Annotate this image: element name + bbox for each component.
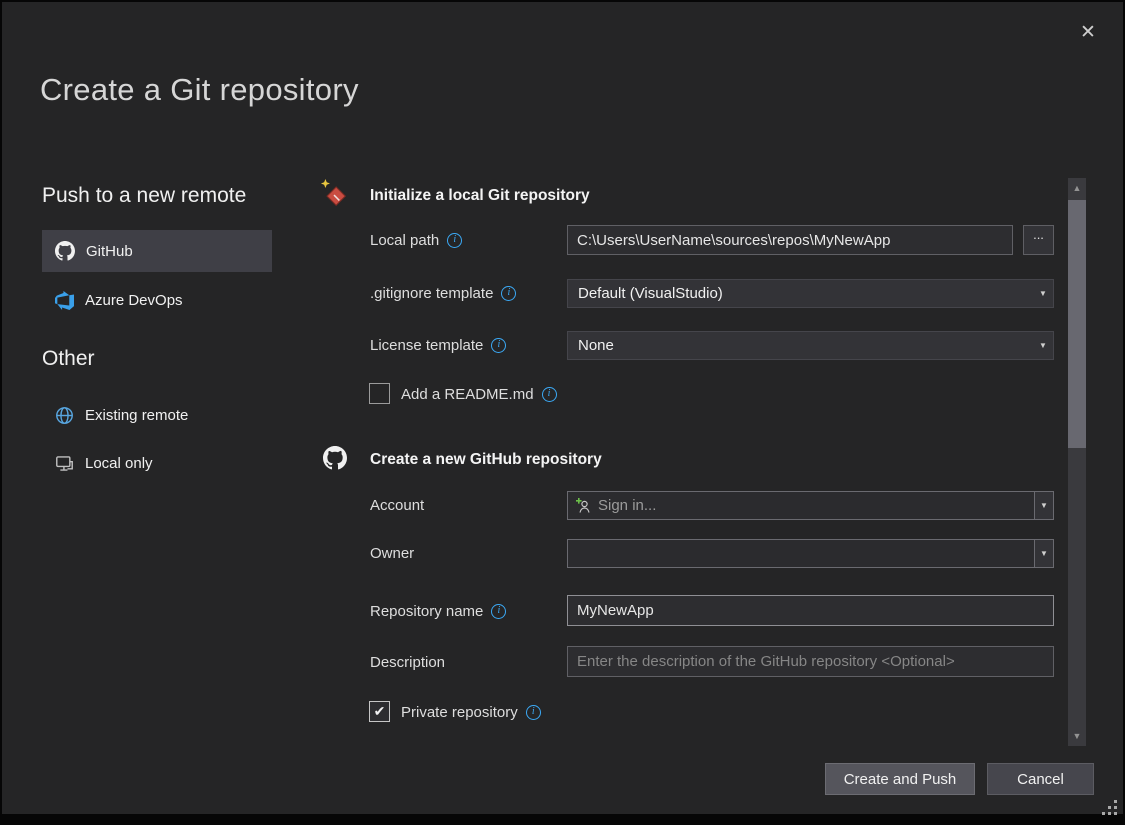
local-path-input[interactable] [567,225,1013,255]
scroll-down-icon[interactable]: ▼ [1068,728,1086,744]
repository-name-label-row: Repository name i [370,603,506,620]
cancel-button[interactable]: Cancel [987,763,1094,795]
chevron-down-icon: ▼ [1033,289,1053,298]
info-icon[interactable]: i [501,286,516,301]
sidebar-item-existing-remote[interactable]: Existing remote [42,394,272,436]
license-label-row: License template i [370,337,506,354]
new-repository-icon [319,179,349,209]
gitignore-template-value: Default (VisualStudio) [568,285,1033,302]
github-icon [323,446,347,470]
account-value: Sign in... [598,497,656,514]
resize-grip[interactable] [1100,798,1120,818]
info-icon[interactable]: i [526,705,541,720]
local-path-label: Local path [370,232,439,249]
chevron-down-icon: ▼ [1040,501,1048,510]
repository-name-input[interactable] [567,595,1054,626]
sign-in-person-icon [575,498,591,514]
scrollbar-thumb[interactable] [1068,200,1086,448]
account-label-row: Account [370,497,424,514]
vertical-scrollbar[interactable]: ▲ ▼ [1068,178,1086,746]
chevron-down-icon: ▼ [1040,549,1048,558]
github-icon [55,241,75,261]
sidebar-item-label: GitHub [86,243,133,260]
scroll-up-icon[interactable]: ▲ [1068,180,1086,196]
chevron-down-icon: ▼ [1033,341,1053,350]
info-icon[interactable]: i [542,387,557,402]
readme-checkbox-label: Add a README.md [401,386,534,403]
info-icon[interactable]: i [491,604,506,619]
sidebar-item-azure-devops[interactable]: Azure DevOps [42,279,272,321]
owner-dropdown[interactable]: ▼ [567,539,1054,568]
globe-icon [55,406,74,425]
private-repository-label-row: Private repository i [401,704,541,721]
description-input[interactable] [567,646,1054,677]
dropdown-arrow-button[interactable]: ▼ [1034,540,1053,567]
readme-checkbox[interactable] [369,383,390,404]
info-icon[interactable]: i [447,233,462,248]
close-button[interactable]: ✕ [1072,16,1104,48]
license-template-value: None [568,337,1033,354]
section-heading-create-github-repo: Create a new GitHub repository [370,451,602,469]
owner-label: Owner [370,545,414,562]
sidebar-item-local-only[interactable]: Local only [42,442,272,484]
private-repository-checkbox[interactable]: ✔ [369,701,390,722]
readme-label-row: Add a README.md i [401,386,557,403]
azure-devops-icon [55,291,74,310]
create-and-push-button[interactable]: Create and Push [825,763,975,795]
sidebar-item-label: Existing remote [85,407,188,424]
dropdown-arrow-button[interactable]: ▼ [1034,492,1053,519]
license-template-dropdown[interactable]: None ▼ [567,331,1054,360]
close-icon: ✕ [1080,21,1096,44]
private-repository-label: Private repository [401,704,518,721]
sidebar-item-label: Local only [85,455,153,472]
repository-name-label: Repository name [370,603,483,620]
dialog-title: Create a Git repository [40,72,359,108]
local-path-label-row: Local path i [370,232,462,249]
description-label: Description [370,654,445,671]
owner-label-row: Owner [370,545,414,562]
section-heading-initialize-local: Initialize a local Git repository [370,187,590,205]
monitor-icon [55,454,74,473]
sidebar-heading-push-remote: Push to a new remote [42,184,246,208]
license-template-label: License template [370,337,483,354]
sidebar-item-github[interactable]: GitHub [42,230,272,272]
gitignore-template-label: .gitignore template [370,285,493,302]
sidebar-item-label: Azure DevOps [85,292,183,309]
gitignore-label-row: .gitignore template i [370,285,516,302]
account-label: Account [370,497,424,514]
browse-button[interactable]: ... [1023,225,1054,255]
account-dropdown[interactable]: Sign in... ▼ [567,491,1054,520]
info-icon[interactable]: i [491,338,506,353]
sidebar-heading-other: Other [42,347,95,371]
create-git-repository-dialog: ✕ Create a Git repository Push to a new … [2,2,1123,814]
description-label-row: Description [370,654,445,671]
gitignore-template-dropdown[interactable]: Default (VisualStudio) ▼ [567,279,1054,308]
